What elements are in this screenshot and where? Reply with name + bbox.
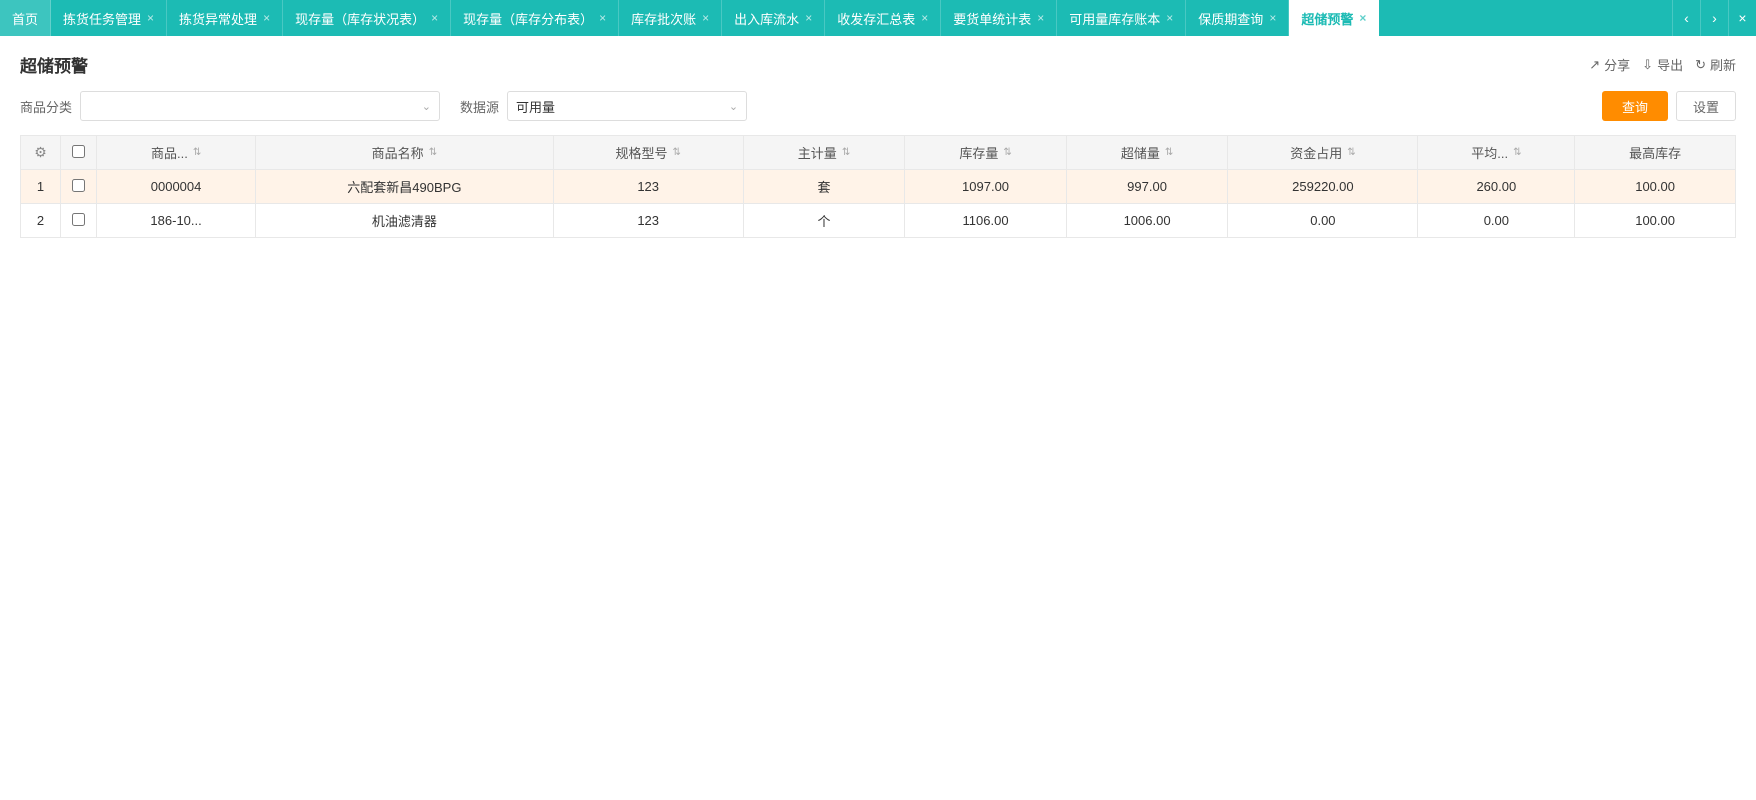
nav-close-btn[interactable]: × [1728, 0, 1756, 36]
col-max-stock-header[interactable]: 最高库存 [1575, 136, 1736, 170]
row-checkbox-1[interactable] [61, 170, 97, 204]
page-title: 超储预警 [20, 52, 88, 77]
col-product-code-header[interactable]: 商品... ⇅ [97, 136, 256, 170]
nav-close-available-inventory[interactable]: × [1166, 11, 1173, 25]
row-spec-1: 123 [553, 170, 743, 204]
nav-close-requisition-stats[interactable]: × [1037, 11, 1044, 25]
nav-close-shelf-life[interactable]: × [1269, 11, 1276, 25]
row-overstock-2: 1006.00 [1066, 204, 1228, 238]
nav-close-pick-task[interactable]: × [147, 11, 154, 25]
filter-actions: 查询 设置 [1602, 91, 1736, 121]
datasource-filter: 数据源 可用量 ⌄ [460, 91, 747, 121]
datasource-value: 可用量 [516, 97, 555, 116]
row-capital-1: 259220.00 [1228, 170, 1418, 204]
row-select-checkbox[interactable] [72, 179, 85, 192]
row-product-code-2: 186-10... [97, 204, 256, 238]
refresh-btn[interactable]: ↻ 刷新 [1695, 55, 1736, 74]
row-capital-2: 0.00 [1228, 204, 1418, 238]
sort-icon-product-code: ⇅ [193, 147, 201, 158]
nav-close-inout-flow[interactable]: × [805, 11, 812, 25]
nav-pick-exception[interactable]: 拣货异常处理 × [167, 0, 283, 36]
sort-icon-unit: ⇅ [842, 147, 850, 158]
sort-icon-spec: ⇅ [672, 147, 680, 158]
export-btn[interactable]: ⇩ 导出 [1642, 55, 1683, 74]
row-unit-1: 套 [743, 170, 905, 204]
nav-available-inventory[interactable]: 可用量库存账本 × [1057, 0, 1186, 36]
col-capital-header[interactable]: 资金占用 ⇅ [1228, 136, 1418, 170]
nav-prev-btn[interactable]: ‹ [1672, 0, 1700, 36]
nav-close-inventory-dist[interactable]: × [599, 11, 606, 25]
sort-icon-avg: ⇅ [1513, 147, 1521, 158]
page-content: 超储预警 ↗ 分享 ⇩ 导出 ↻ 刷新 商品分类 ⌄ 数据源 [0, 36, 1756, 254]
top-nav: 首页 拣货任务管理 × 拣货异常处理 × 现存量（库存状况表） × 现存量（库存… [0, 0, 1756, 36]
nav-inout-flow[interactable]: 出入库流水 × [722, 0, 825, 36]
row-product-name-2: 机油滤清器 [256, 204, 553, 238]
nav-close-batch-account[interactable]: × [702, 11, 709, 25]
nav-close-summary[interactable]: × [921, 11, 928, 25]
nav-next-btn[interactable]: › [1700, 0, 1728, 36]
product-category-filter: 商品分类 ⌄ [20, 91, 440, 121]
nav-shelf-life[interactable]: 保质期查询 × [1186, 0, 1289, 36]
row-select-checkbox[interactable] [72, 213, 85, 226]
col-unit-header[interactable]: 主计量 ⇅ [743, 136, 905, 170]
sort-icon-capital: ⇅ [1347, 147, 1355, 158]
row-max-stock-2: 100.00 [1575, 204, 1736, 238]
datasource-label: 数据源 [460, 97, 499, 116]
row-stock-2: 1106.00 [905, 204, 1067, 238]
header-actions: ↗ 分享 ⇩ 导出 ↻ 刷新 [1589, 55, 1736, 74]
export-icon: ⇩ [1642, 57, 1653, 73]
nav-home[interactable]: 首页 [0, 0, 51, 36]
nav-pick-task[interactable]: 拣货任务管理 × [51, 0, 167, 36]
col-stock-header[interactable]: 库存量 ⇅ [905, 136, 1067, 170]
chevron-down-icon: ⌄ [422, 100, 431, 113]
col-overstock-header[interactable]: 超储量 ⇅ [1066, 136, 1228, 170]
col-avg-header[interactable]: 平均... ⇅ [1418, 136, 1575, 170]
col-checkbox-header [61, 136, 97, 170]
nav-close-pick-exception[interactable]: × [263, 11, 270, 25]
row-product-name-1: 六配套新昌490BPG [256, 170, 553, 204]
sort-icon-product-name: ⇅ [429, 147, 437, 158]
nav-arrows: ‹ › × [1672, 0, 1756, 36]
sort-icon-overstock: ⇅ [1165, 147, 1173, 158]
row-avg-2: 0.00 [1418, 204, 1575, 238]
nav-requisition-stats[interactable]: 要货单统计表 × [941, 0, 1057, 36]
row-num-2: 2 [21, 204, 61, 238]
datasource-chevron-icon: ⌄ [729, 100, 738, 113]
nav-batch-account[interactable]: 库存批次账 × [619, 0, 722, 36]
row-max-stock-1: 100.00 [1575, 170, 1736, 204]
page-header: 超储预警 ↗ 分享 ⇩ 导出 ↻ 刷新 [20, 52, 1736, 77]
table-row: 1 0000004 六配套新昌490BPG 123 套 1097.00 997.… [21, 170, 1736, 204]
nav-close-overstock-warning[interactable]: × [1359, 11, 1366, 25]
row-spec-2: 123 [553, 204, 743, 238]
gear-icon[interactable]: ⚙ [34, 144, 47, 160]
row-stock-1: 1097.00 [905, 170, 1067, 204]
row-product-code-1: 0000004 [97, 170, 256, 204]
nav-overstock-warning[interactable]: 超储预警 × [1289, 0, 1379, 36]
sort-icon-stock: ⇅ [1003, 147, 1011, 158]
settings-button[interactable]: 设置 [1676, 91, 1736, 121]
datasource-select[interactable]: 可用量 ⌄ [507, 91, 747, 121]
select-all-checkbox[interactable] [72, 145, 85, 158]
filter-row: 商品分类 ⌄ 数据源 可用量 ⌄ 查询 设置 [20, 91, 1736, 121]
share-btn[interactable]: ↗ 分享 [1589, 55, 1630, 74]
row-unit-2: 个 [743, 204, 905, 238]
row-num-1: 1 [21, 170, 61, 204]
refresh-icon: ↻ [1695, 57, 1706, 73]
share-icon: ↗ [1589, 57, 1600, 73]
product-category-select[interactable]: ⌄ [80, 91, 440, 121]
col-settings-header: ⚙ [21, 136, 61, 170]
nav-inventory-dist[interactable]: 现存量（库存分布表） × [451, 0, 619, 36]
product-category-label: 商品分类 [20, 97, 72, 116]
col-product-name-header[interactable]: 商品名称 ⇅ [256, 136, 553, 170]
nav-summary[interactable]: 收发存汇总表 × [825, 0, 941, 36]
nav-close-inventory-status[interactable]: × [431, 11, 438, 25]
row-checkbox-2[interactable] [61, 204, 97, 238]
row-overstock-1: 997.00 [1066, 170, 1228, 204]
row-avg-1: 260.00 [1418, 170, 1575, 204]
nav-inventory-status[interactable]: 现存量（库存状况表） × [283, 0, 451, 36]
table-row: 2 186-10... 机油滤清器 123 个 1106.00 1006.00 … [21, 204, 1736, 238]
data-table: ⚙ 商品... ⇅ 商品名称 ⇅ [20, 135, 1736, 238]
col-spec-header[interactable]: 规格型号 ⇅ [553, 136, 743, 170]
query-button[interactable]: 查询 [1602, 91, 1668, 121]
